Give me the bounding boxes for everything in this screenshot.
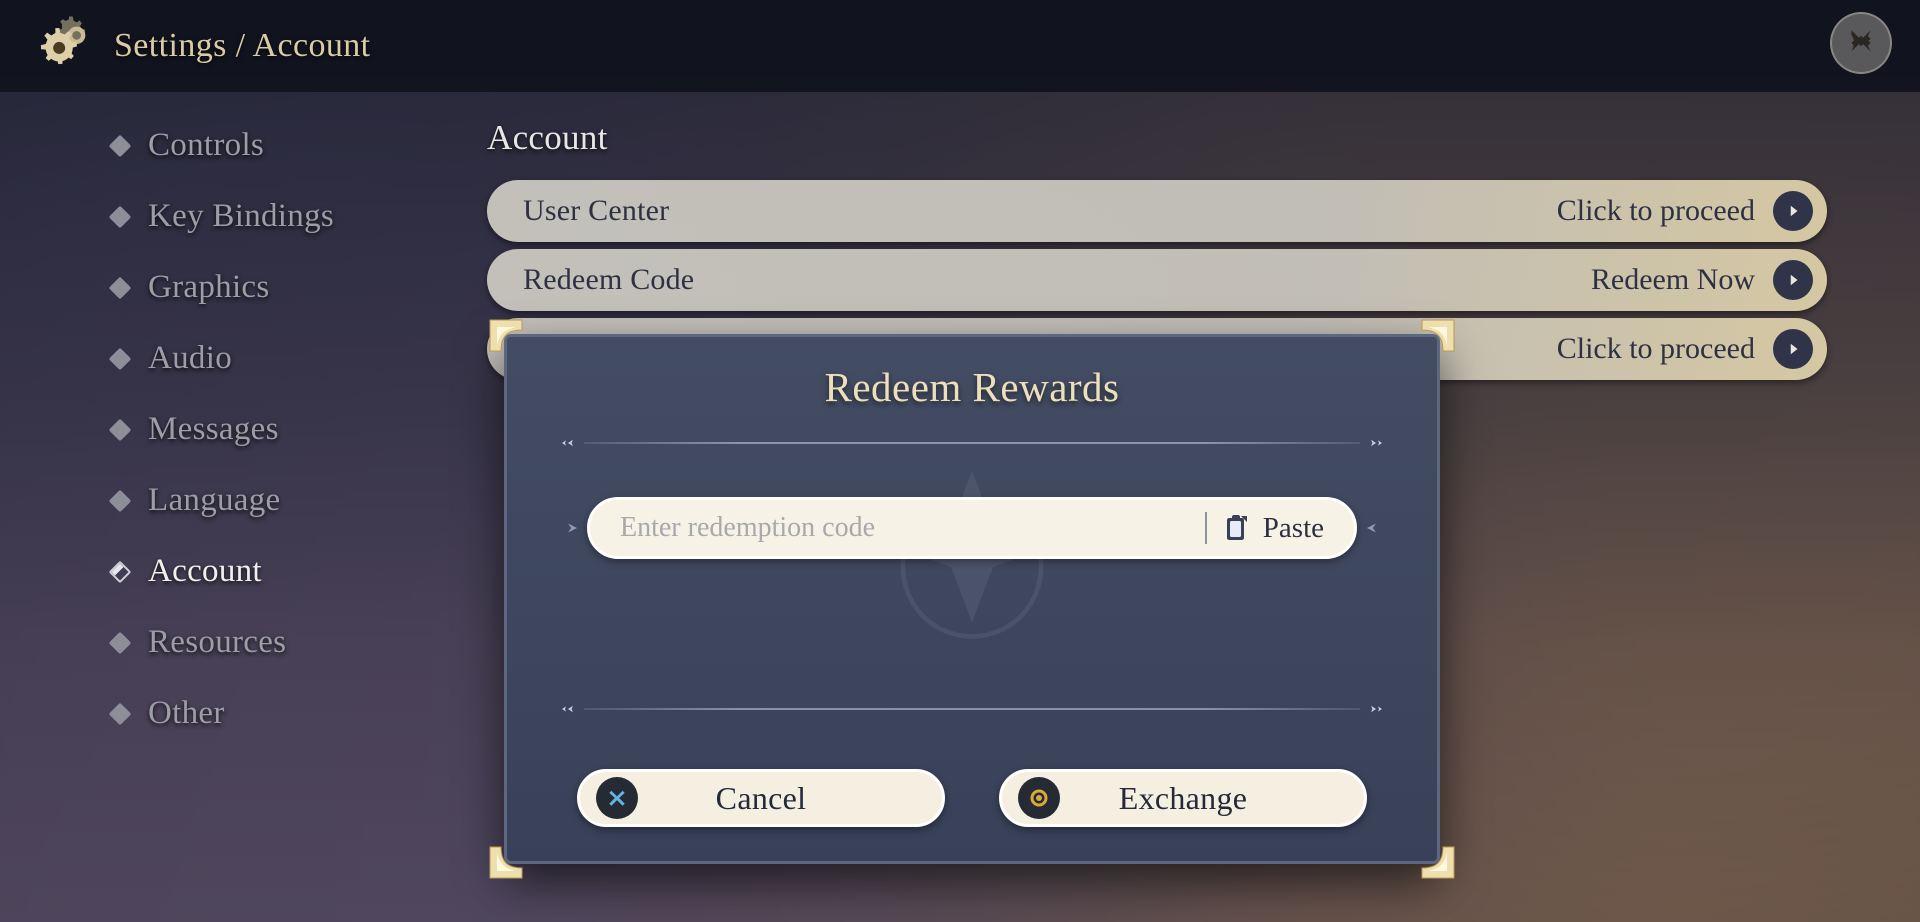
- account-row-redeem-code[interactable]: Redeem Code Redeem Now: [487, 249, 1827, 311]
- field-divider: [1204, 512, 1207, 544]
- sparkle-icon: [562, 705, 573, 713]
- redemption-input-group: Paste: [563, 497, 1381, 559]
- paste-label: Paste: [1262, 511, 1324, 544]
- sidebar-item-label: Messages: [148, 411, 279, 447]
- row-label: User Center: [523, 194, 670, 227]
- sidebar-item-key-bindings[interactable]: Key Bindings: [0, 181, 420, 252]
- sidebar-item-label: Other: [148, 695, 225, 731]
- sparkle-icon: [568, 523, 577, 533]
- chevron-right-icon[interactable]: [1773, 191, 1813, 231]
- redemption-code-field[interactable]: Paste: [587, 497, 1357, 559]
- sidebar-item-controls[interactable]: Controls: [0, 110, 420, 181]
- app-root: Settings / Account Controls Key Bindings…: [0, 0, 1920, 922]
- dialog-top-divider: [562, 433, 1382, 453]
- sidebar-item-language[interactable]: Language: [0, 465, 420, 536]
- divider-line: [584, 708, 1360, 710]
- settings-sidebar: Controls Key Bindings Graphics Audio Mes…: [0, 110, 420, 749]
- sidebar-item-label: Account: [148, 553, 262, 589]
- sidebar-item-label: Graphics: [148, 269, 270, 305]
- sparkle-icon: [562, 439, 573, 447]
- cancel-button[interactable]: Cancel: [577, 769, 945, 827]
- paste-button[interactable]: Paste: [1223, 512, 1342, 545]
- diamond-bullet-icon: [108, 418, 132, 441]
- page-title: Account: [487, 118, 608, 157]
- search-input redemption-code-input[interactable]: [620, 512, 1201, 544]
- sparkle-icon: [1371, 439, 1382, 447]
- row-action-label: Click to proceed: [1556, 332, 1755, 365]
- row-action-label: Click to proceed: [1556, 194, 1755, 227]
- sidebar-item-account[interactable]: Account: [0, 536, 420, 607]
- ring-circle-icon: [1018, 777, 1060, 819]
- chevron-right-icon[interactable]: [1773, 260, 1813, 300]
- row-action-label: Redeem Now: [1590, 263, 1755, 296]
- diamond-bullet-icon: [108, 702, 132, 725]
- breadcrumb: Settings / Account: [114, 27, 371, 64]
- sidebar-item-other[interactable]: Other: [0, 678, 420, 749]
- row-action: Click to proceed: [1557, 191, 1813, 231]
- title-bar: Settings / Account: [0, 0, 1920, 92]
- sidebar-item-graphics[interactable]: Graphics: [0, 252, 420, 323]
- sidebar-item-label: Controls: [148, 127, 265, 163]
- account-row-user-center[interactable]: User Center Click to proceed: [487, 180, 1827, 242]
- sparkle-icon: [1367, 523, 1376, 533]
- dialog-bottom-divider: [562, 699, 1382, 719]
- sidebar-item-label: Language: [148, 482, 281, 518]
- cross-circle-icon: [596, 777, 638, 819]
- sidebar-item-label: Resources: [148, 624, 287, 660]
- gear-icon: [40, 16, 86, 65]
- diamond-bullet-icon: [108, 205, 132, 228]
- close-button[interactable]: [1830, 12, 1892, 74]
- diamond-bullet-icon: [108, 560, 132, 583]
- row-label: Redeem Code: [523, 263, 695, 296]
- diamond-bullet-icon: [108, 347, 132, 370]
- diamond-bullet-icon: [108, 276, 132, 299]
- clipboard-icon: [1226, 515, 1247, 540]
- sidebar-item-audio[interactable]: Audio: [0, 323, 420, 394]
- sparkle-icon: [1371, 705, 1382, 713]
- dialog-actions: Cancel Exchange: [577, 769, 1367, 827]
- exchange-button[interactable]: Exchange: [999, 769, 1367, 827]
- row-action: Redeem Now: [1591, 260, 1813, 300]
- dialog-title: Redeem Rewards: [824, 364, 1120, 410]
- close-icon: [1851, 30, 1871, 52]
- redeem-rewards-dialog: Redeem Rewards Enter redemption code Pas…: [489, 319, 1455, 879]
- dialog-watermark-icon: [896, 470, 1048, 639]
- diamond-bullet-icon: [108, 134, 132, 157]
- chevron-right-icon[interactable]: [1773, 329, 1813, 369]
- diamond-bullet-icon: [108, 631, 132, 654]
- row-action: Click to proceed: [1557, 329, 1813, 369]
- sidebar-item-label: Audio: [148, 340, 232, 376]
- sidebar-item-label: Key Bindings: [148, 198, 335, 234]
- divider-line: [584, 442, 1360, 444]
- sidebar-item-resources[interactable]: Resources: [0, 607, 420, 678]
- diamond-bullet-icon: [108, 489, 132, 512]
- sidebar-item-messages[interactable]: Messages: [0, 394, 420, 465]
